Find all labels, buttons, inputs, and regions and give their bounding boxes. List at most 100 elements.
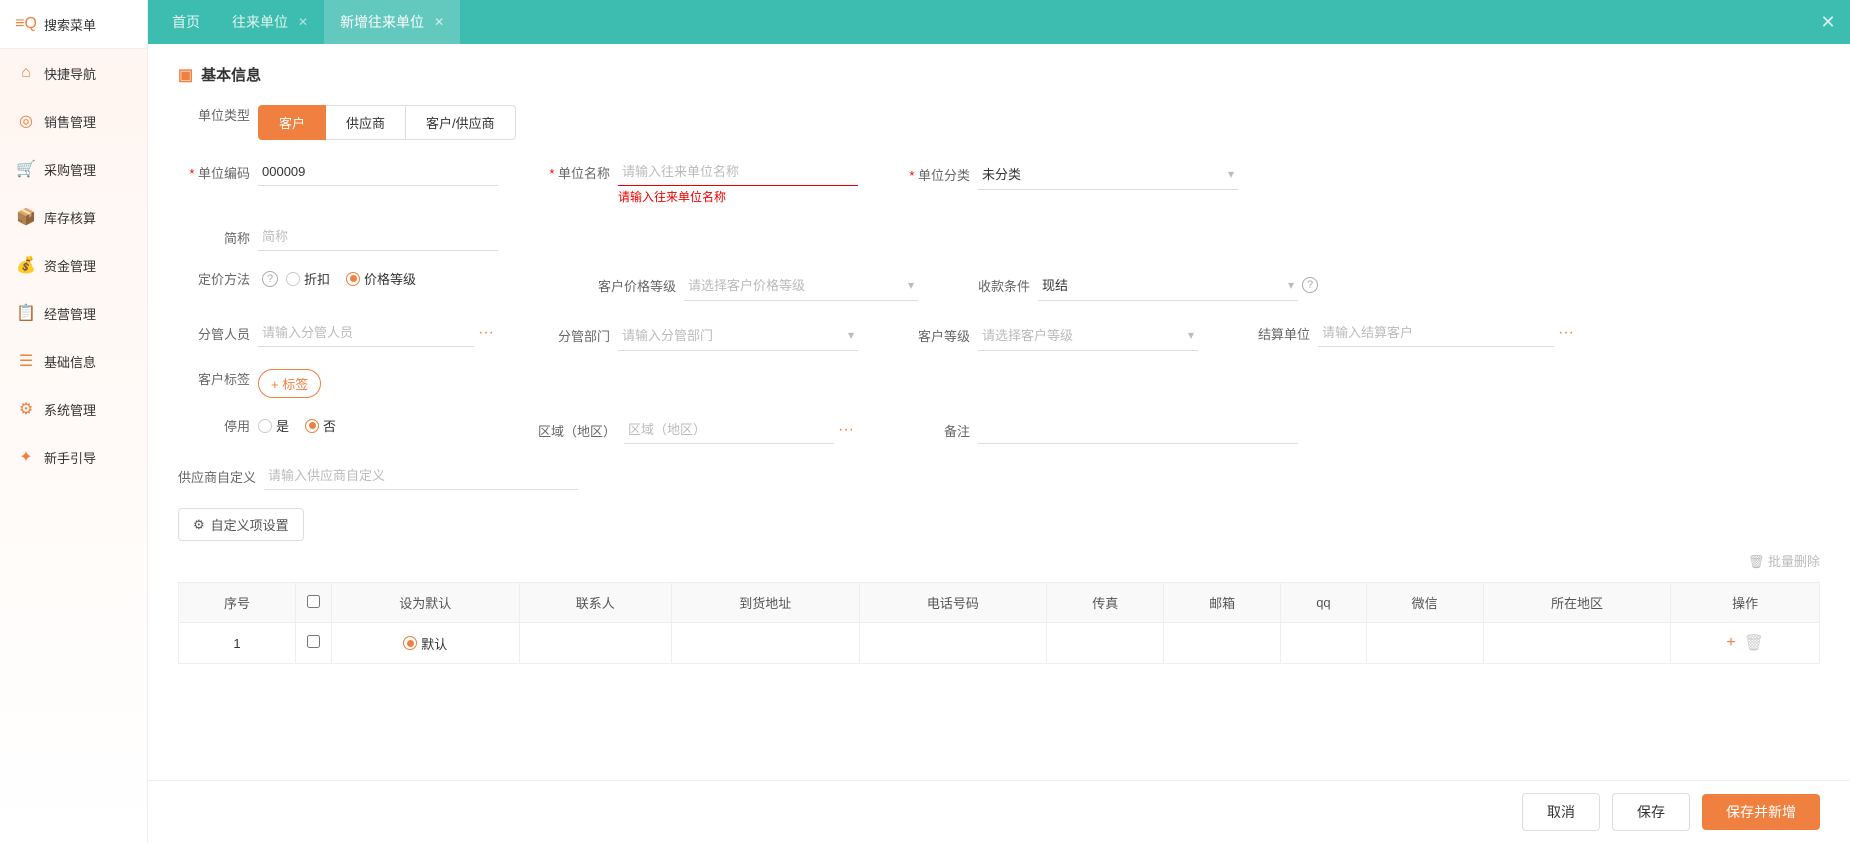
- batch-delete-button[interactable]: 🗑 批量删除: [1748, 551, 1820, 570]
- row-region: [1483, 623, 1671, 664]
- col-phone: 电话号码: [859, 583, 1047, 623]
- unit-type-label: 单位类型: [178, 105, 258, 124]
- radio-discount[interactable]: 折扣: [286, 269, 330, 288]
- sidebar-item-finance[interactable]: 💰 资金管理: [0, 241, 147, 289]
- cancel-button[interactable]: 取消: [1522, 793, 1600, 831]
- sidebar-item-operations[interactable]: 📋 经营管理: [0, 289, 147, 337]
- tab-new-partner-close[interactable]: ✕: [434, 15, 444, 29]
- col-fax: 传真: [1047, 583, 1164, 623]
- radio-disabled-no[interactable]: 否: [305, 416, 336, 435]
- region-input[interactable]: [624, 416, 834, 444]
- sidebar-item-inventory[interactable]: 📦 库存核算: [0, 193, 147, 241]
- inventory-icon: 📦: [16, 207, 36, 227]
- price-level-chevron-icon: ▾: [908, 278, 914, 292]
- payment-terms-select[interactable]: 现结 ▾: [1038, 269, 1298, 301]
- sidebar-item-system[interactable]: ⚙ 系统管理: [0, 385, 147, 433]
- sidebar-item-operations-label: 经营管理: [44, 304, 96, 323]
- pricing-method-field: 定价方法 ? 折扣 价格等级: [178, 269, 558, 288]
- col-qq: qq: [1281, 583, 1367, 623]
- unit-type-customer-btn[interactable]: 客户: [258, 105, 326, 140]
- unit-type-buttons: 客户 供应商 客户/供应商: [258, 105, 516, 140]
- save-new-button[interactable]: 保存并新增: [1702, 794, 1820, 830]
- select-all-checkbox[interactable]: [307, 595, 320, 608]
- section-basic-info: ▣ 基本信息: [178, 64, 1820, 85]
- search-icon: ≡Q: [16, 14, 36, 34]
- radio-price-level[interactable]: 价格等级: [346, 269, 416, 288]
- unit-name-label: 单位名称: [538, 163, 618, 182]
- row-default-radio[interactable]: 默认: [340, 634, 511, 653]
- section-title-text: 基本信息: [201, 64, 261, 85]
- radio-yes-circle: [258, 419, 272, 433]
- sidebar-item-quick-nav[interactable]: ⌂ 快捷导航: [0, 49, 147, 97]
- radio-discount-label: 折扣: [304, 269, 330, 288]
- unit-category-field: 单位分类 未分类 ▾: [898, 158, 1238, 190]
- sidebar-item-basic-info[interactable]: ☰ 基础信息: [0, 337, 147, 385]
- row-checkbox[interactable]: [307, 635, 320, 648]
- payment-terms-value: 现结: [1042, 275, 1288, 294]
- row-delete-btn[interactable]: 🗑: [1744, 633, 1764, 653]
- remark-input[interactable]: [978, 416, 1298, 444]
- col-checkbox: [295, 583, 331, 623]
- region-more-btn[interactable]: ···: [834, 421, 858, 439]
- tab-partners-label: 往来单位: [232, 12, 288, 32]
- contact-table: 序号 设为默认 联系人 到货地址 电话号码 传真 邮箱 qq 微信 所在地区 操…: [178, 582, 1820, 664]
- manager-input[interactable]: [258, 319, 474, 347]
- unit-type-both-btn[interactable]: 客户/供应商: [406, 105, 516, 140]
- row-short-name: 简称: [178, 223, 1820, 251]
- close-all-tabs-button[interactable]: ✕: [1814, 8, 1842, 36]
- tab-partners-close[interactable]: ✕: [298, 15, 308, 29]
- unit-name-input[interactable]: [618, 158, 858, 186]
- radio-disabled-yes[interactable]: 是: [258, 416, 289, 435]
- unit-code-field: 单位编码: [178, 158, 498, 186]
- row-default: 默认: [331, 623, 519, 664]
- tab-new-partner-label: 新增往来单位: [340, 12, 424, 32]
- manager-more-btn[interactable]: ···: [474, 324, 498, 342]
- sidebar-item-purchase[interactable]: 🛒 采购管理: [0, 145, 147, 193]
- row-add-btn[interactable]: +: [1726, 634, 1735, 652]
- add-tag-button[interactable]: + 标签: [258, 369, 321, 398]
- col-wechat: 微信: [1366, 583, 1483, 623]
- sidebar-item-purchase-label: 采购管理: [44, 160, 96, 179]
- row-supplier-custom: 供应商自定义: [178, 462, 1820, 490]
- manager-field: 分管人员 ···: [178, 319, 498, 347]
- unit-name-field: 单位名称 请输入往来单位名称: [538, 158, 858, 205]
- price-level-label: 客户价格等级: [598, 276, 684, 295]
- section-icon: ▣: [178, 65, 193, 85]
- supplier-custom-input[interactable]: [264, 462, 578, 490]
- table-header-row: 序号 设为默认 联系人 到货地址 电话号码 传真 邮箱 qq 微信 所在地区 操…: [179, 583, 1820, 623]
- custom-settings-button[interactable]: ⚙ 自定义项设置: [178, 508, 304, 541]
- remark-label: 备注: [898, 421, 978, 440]
- main-area: 首页 往来单位 ✕ 新增往来单位 ✕ ✕ ▣ 基本信息 单位类型 客户 供应商: [148, 0, 1850, 843]
- remark-field: 备注: [898, 416, 1298, 444]
- unit-category-value: 未分类: [982, 164, 1228, 183]
- radio-yes-label: 是: [276, 416, 289, 435]
- unit-type-supplier-btn[interactable]: 供应商: [326, 105, 406, 140]
- sidebar-item-new-guide[interactable]: ✦ 新手引导: [0, 433, 147, 481]
- customer-level-select[interactable]: 请选择客户等级 ▾: [978, 319, 1198, 351]
- row-phone: [859, 623, 1047, 664]
- row-default-circle: [403, 636, 417, 650]
- payment-terms-chevron-icon: ▾: [1288, 278, 1294, 292]
- price-level-select[interactable]: 请选择客户价格等级 ▾: [684, 269, 918, 301]
- payment-help-icon[interactable]: ?: [1302, 277, 1318, 293]
- unit-code-input[interactable]: [258, 158, 498, 186]
- save-button[interactable]: 保存: [1612, 793, 1690, 831]
- department-select[interactable]: 请输入分管部门 ▾: [618, 319, 858, 351]
- tab-home[interactable]: 首页: [156, 0, 216, 44]
- settlement-unit-field: 结算单位 ···: [1238, 319, 1578, 347]
- unit-category-select[interactable]: 未分类 ▾: [978, 158, 1238, 190]
- form-content: ▣ 基本信息 单位类型 客户 供应商 客户/供应商 单位编码: [148, 44, 1850, 780]
- settlement-unit-input[interactable]: [1318, 319, 1554, 347]
- pricing-help-icon[interactable]: ?: [262, 271, 278, 287]
- settlement-unit-more-btn[interactable]: ···: [1554, 324, 1578, 342]
- tab-partners[interactable]: 往来单位 ✕: [216, 0, 324, 44]
- col-region: 所在地区: [1483, 583, 1671, 623]
- sidebar-item-basic-info-label: 基础信息: [44, 352, 96, 371]
- department-label: 分管部门: [538, 326, 618, 345]
- tab-new-partner[interactable]: 新增往来单位 ✕: [324, 0, 460, 44]
- short-name-input[interactable]: [258, 223, 498, 251]
- row-wechat: [1366, 623, 1483, 664]
- department-placeholder: 请输入分管部门: [622, 325, 848, 344]
- sidebar-item-sales[interactable]: ◎ 销售管理: [0, 97, 147, 145]
- sidebar-item-search[interactable]: ≡Q 搜索菜单: [0, 0, 147, 49]
